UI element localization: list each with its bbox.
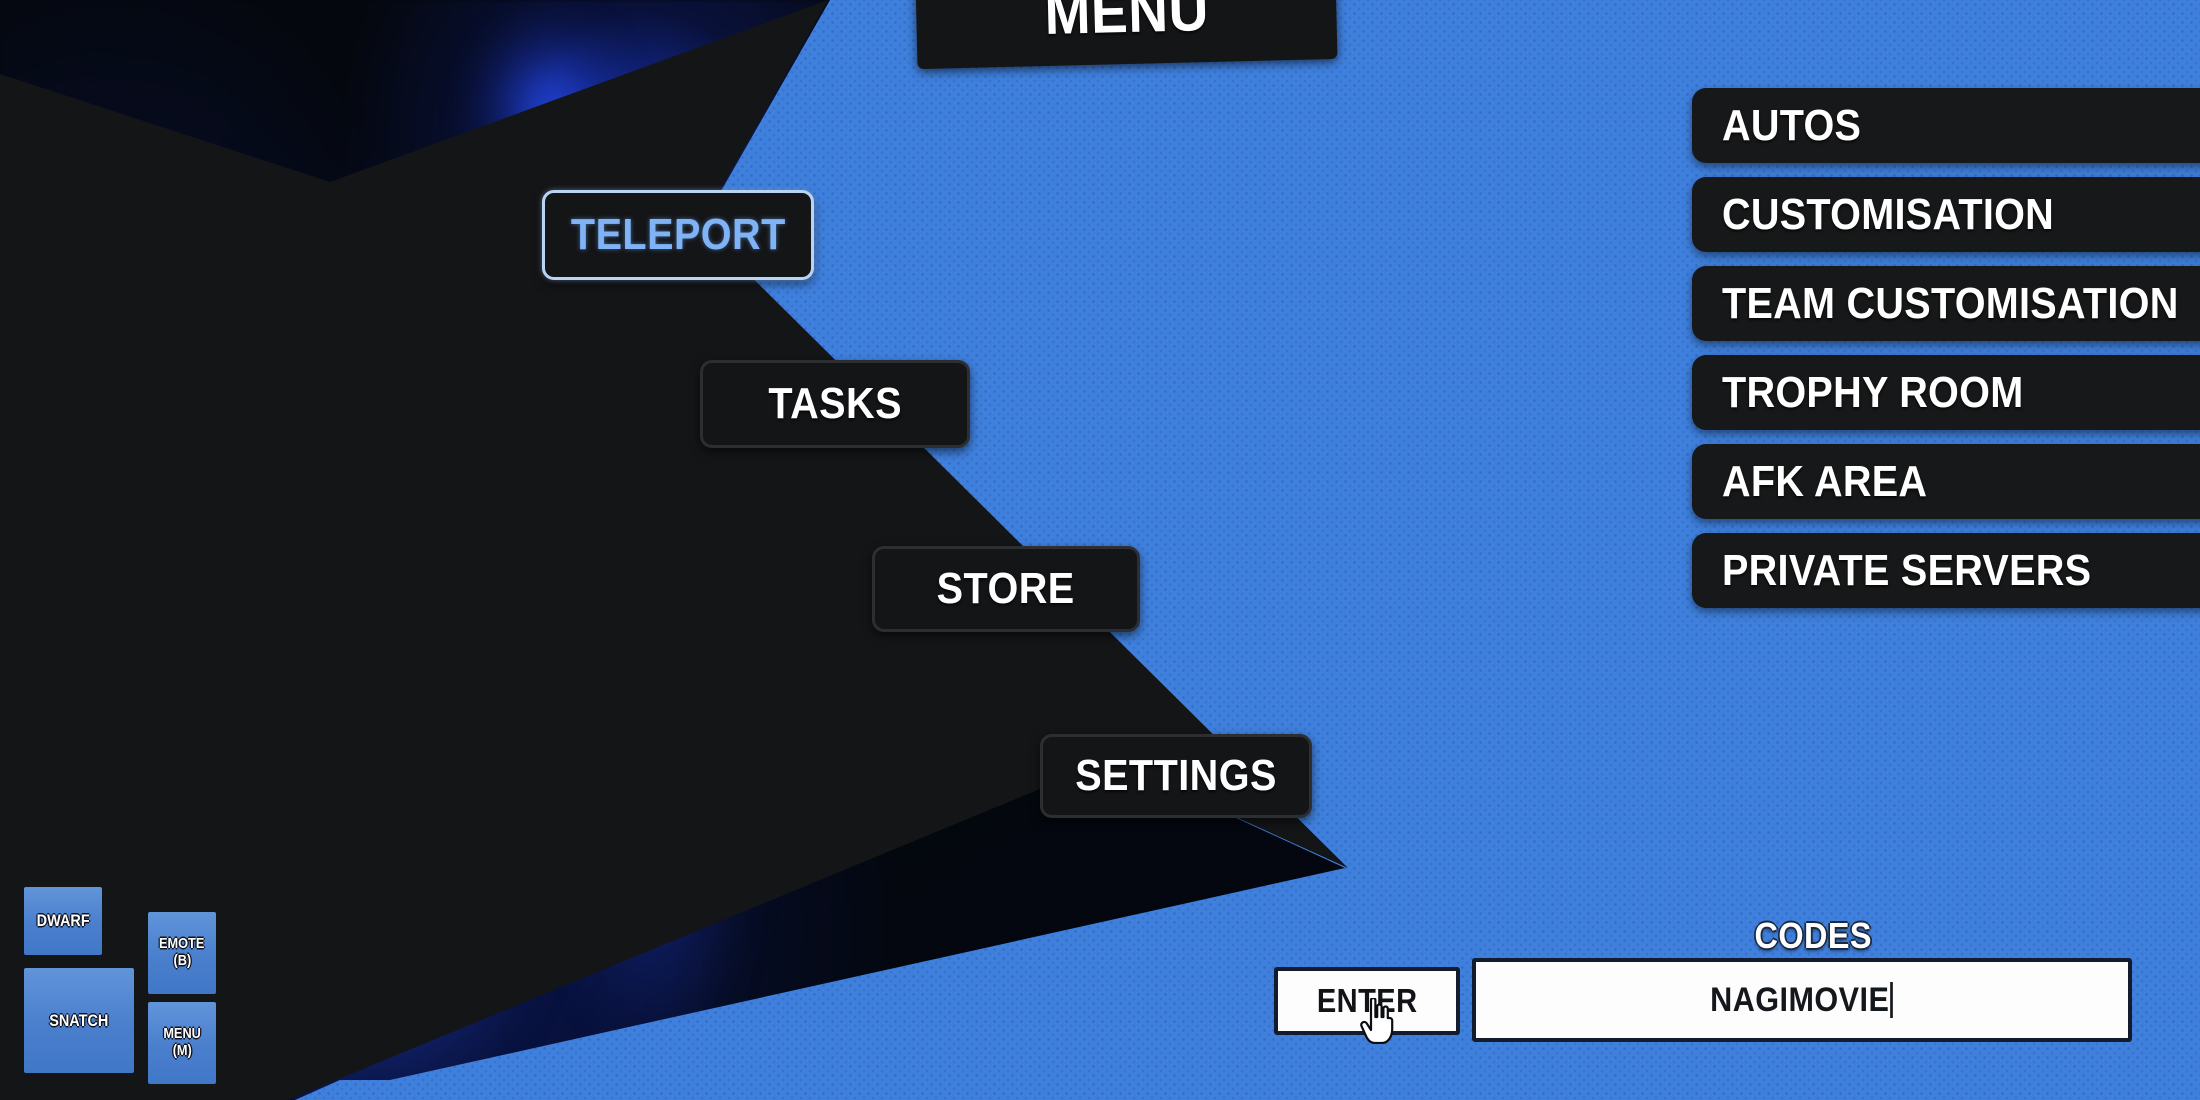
teleport-option-afk-area[interactable]: AFK AREA — [1692, 444, 2200, 519]
nav-button-settings-label: SETTINGS — [1075, 751, 1277, 800]
teleport-option-afk-area-label: AFK AREA — [1722, 456, 1928, 506]
teleport-option-customisation[interactable]: CUSTOMISATION — [1692, 177, 2200, 252]
teleport-option-private-servers-label: PRIVATE SERVERS — [1722, 545, 2092, 595]
nav-button-teleport[interactable]: TELEPORT — [542, 190, 814, 280]
menu-title-tab: MENU — [914, 0, 1338, 70]
mobile-button-dwarf-label: DWARF — [36, 911, 90, 931]
code-input-value: NAGIMOVIE — [1710, 980, 1890, 1019]
teleport-option-autos-label: AUTOS — [1722, 100, 1862, 150]
nav-button-store[interactable]: STORE — [872, 546, 1140, 632]
code-input-value-wrap: NAGIMOVIE — [1711, 981, 1894, 1020]
teleport-option-trophy-room[interactable]: TROPHY ROOM — [1692, 355, 2200, 430]
nav-button-tasks[interactable]: TASKS — [700, 360, 970, 448]
mobile-button-menu-key: (M) — [172, 1042, 192, 1059]
nav-button-settings[interactable]: SETTINGS — [1040, 734, 1312, 818]
mobile-button-menu[interactable]: MENU (M) — [148, 1002, 216, 1084]
mobile-button-emote-key: (B) — [173, 952, 191, 969]
mobile-button-snatch-label: SNATCH — [49, 1010, 109, 1030]
nav-button-store-label: STORE — [937, 564, 1075, 613]
nav-button-teleport-label: TELEPORT — [570, 210, 786, 259]
enter-code-button-label: ENTER — [1316, 982, 1418, 1019]
mobile-button-dwarf[interactable]: DWARF — [24, 887, 102, 955]
mobile-button-snatch[interactable]: SNATCH — [24, 968, 134, 1073]
page-title: MENU — [1043, 0, 1210, 47]
teleport-option-customisation-label: CUSTOMISATION — [1722, 189, 2055, 239]
teleport-option-trophy-room-label: TROPHY ROOM — [1722, 367, 2024, 417]
nav-button-tasks-label: TASKS — [768, 379, 902, 428]
code-input-field[interactable]: NAGIMOVIE — [1472, 958, 2132, 1042]
teleport-option-private-servers[interactable]: PRIVATE SERVERS — [1692, 533, 2200, 608]
teleport-option-autos[interactable]: AUTOS — [1692, 88, 2200, 163]
teleport-option-team-customisation[interactable]: TEAM CUSTOMISATION — [1692, 266, 2200, 341]
teleport-option-team-customisation-label: TEAM CUSTOMISATION — [1722, 278, 2179, 328]
enter-code-button[interactable]: ENTER — [1274, 967, 1460, 1035]
codes-section-label: CODES — [1754, 915, 1873, 956]
mobile-button-menu-label: MENU — [163, 1025, 201, 1043]
text-caret — [1890, 981, 1894, 1018]
mobile-button-emote[interactable]: EMOTE (B) — [148, 912, 216, 994]
teleport-destination-list: AUTOS CUSTOMISATION TEAM CUSTOMISATION T… — [1692, 88, 2200, 608]
mobile-button-emote-label: EMOTE — [159, 935, 205, 953]
game-menu-screen: MENU TELEPORT TASKS STORE SETTINGS AUTOS… — [0, 0, 2200, 1100]
